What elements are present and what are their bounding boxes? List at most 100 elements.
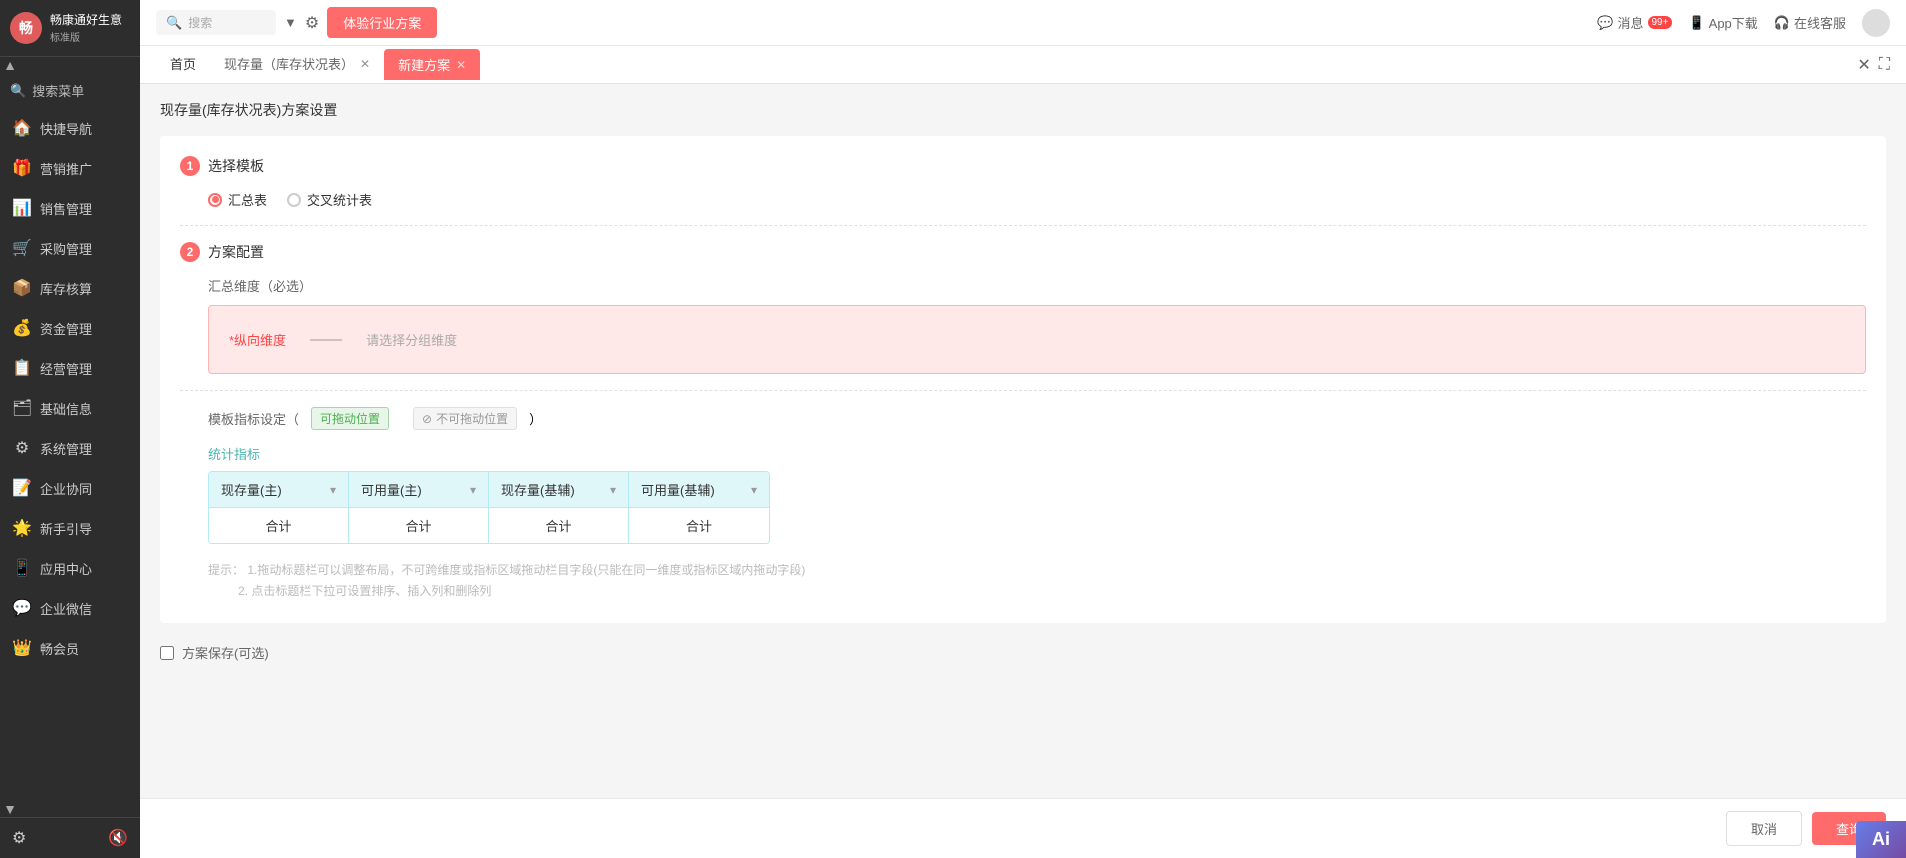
topbar-search-text: 搜索 [188, 14, 212, 31]
sidebar-item-label: 企业微信 [40, 599, 92, 618]
tips-section: 提示： 1.拖动标题栏可以调整布局，不可跨维度或指标区域拖动栏目字段(只能在同一… [208, 561, 1866, 599]
metrics-divider [180, 390, 1866, 391]
dimension-config-label: 汇总维度（必选） [208, 276, 1866, 295]
contract-icon: 📝 [12, 478, 32, 498]
user-avatar[interactable] [1862, 9, 1890, 37]
sidebar-search-label: 搜索菜单 [32, 81, 84, 100]
topbar-messages[interactable]: 💬 消息 99+ [1597, 13, 1672, 32]
sidebar-item-contracts[interactable]: 📝 企业协同 [0, 468, 140, 508]
tab-inventory-label: 现存量（库存状况表） [224, 54, 354, 73]
step1-title: 选择模板 [208, 156, 264, 176]
dimension-placeholder: 请选择分组维度 [366, 330, 457, 349]
tab-expand-icon[interactable]: ⛶ [1879, 56, 1890, 74]
sidebar-item-sales[interactable]: 📊 销售管理 [0, 188, 140, 228]
template-cross-label: 交叉统计表 [307, 190, 372, 209]
step1-badge: 1 [180, 156, 200, 176]
sidebar-scroll-up[interactable]: ▲ [0, 57, 20, 73]
step2-header: 2 方案配置 [180, 242, 1866, 262]
chevron-down-icon[interactable]: ▾ [330, 483, 336, 497]
sidebar-item-label: 销售管理 [40, 199, 92, 218]
stats-col-3-header[interactable]: 可用量(基辅) ▾ [629, 472, 769, 508]
sidebar-item-purchase[interactable]: 🛒 采购管理 [0, 228, 140, 268]
metrics-setting-label: 模板指标设定（ [208, 409, 299, 428]
sidebar-item-guide[interactable]: 🌟 新手引导 [0, 508, 140, 548]
stats-col-1-body: 合计 [349, 508, 488, 543]
dimension-required-text: *纵向维度 [229, 330, 286, 349]
main-area: 🔍 搜索 ▼ ⚙ 体验行业方案 💬 消息 99+ 📱 App下载 🎧 在线客服 [140, 0, 1906, 858]
topbar-search[interactable]: 🔍 搜索 [156, 10, 276, 35]
folder-icon: 🗂 [12, 398, 32, 418]
stats-col-0-header[interactable]: 现存量(主) ▾ [209, 472, 348, 508]
chevron-down-icon[interactable]: ▾ [610, 483, 616, 497]
sidebar-sound-icon[interactable]: 🔇 [108, 828, 128, 848]
dimension-config: 汇总维度（必选） *纵向维度 —— 请选择分组维度 [208, 276, 1866, 374]
tab-inventory-close[interactable]: ✕ [360, 57, 370, 71]
sidebar-item-label: 系统管理 [40, 439, 92, 458]
wechat-icon: 💬 [12, 598, 32, 618]
sidebar-scroll-down[interactable]: ▼ [0, 801, 20, 817]
sidebar-item-label: 应用中心 [40, 559, 92, 578]
sidebar-item-finance[interactable]: 💰 资金管理 [0, 308, 140, 348]
sidebar-item-member[interactable]: 👑 畅会员 [0, 628, 140, 668]
stats-col-2-header[interactable]: 现存量(基辅) ▾ [489, 472, 628, 508]
tab-new-plan-label: 新建方案 [398, 55, 450, 74]
sidebar: 畅 畅康通好生意 标准版 ▲ 🔍 搜索菜单 🏠 快捷导航 🎁 营销推广 📊 销售… [0, 0, 140, 858]
topbar-online-service[interactable]: 🎧 在线客服 [1774, 13, 1846, 32]
tab-close-panel-icon[interactable]: ✕ [1857, 55, 1870, 75]
sidebar-item-label: 资金管理 [40, 319, 92, 338]
sidebar-item-label: 库存核算 [40, 279, 92, 298]
tab-home[interactable]: 首页 [156, 46, 210, 83]
tab-inventory-status[interactable]: 现存量（库存状况表） ✕ [210, 46, 384, 83]
sidebar-item-wechat[interactable]: 💬 企业微信 [0, 588, 140, 628]
gift-icon: 🎁 [12, 158, 32, 178]
sidebar-search[interactable]: 🔍 搜索菜单 [0, 73, 140, 108]
template-cross-option[interactable]: 交叉统计表 [287, 190, 372, 209]
sidebar-item-label: 畅会员 [40, 639, 79, 658]
stats-col-1-header[interactable]: 可用量(主) ▾ [349, 472, 488, 508]
chart-icon: 📊 [12, 198, 32, 218]
chevron-down-icon[interactable]: ▾ [470, 483, 476, 497]
tab-new-plan[interactable]: 新建方案 ✕ [384, 49, 480, 80]
dimension-area[interactable]: *纵向维度 —— 请选择分组维度 [208, 305, 1866, 374]
topbar-search-icon: 🔍 [166, 15, 182, 31]
settings-icon: ⚙ [12, 438, 32, 458]
sidebar-item-quick-nav[interactable]: 🏠 快捷导航 [0, 108, 140, 148]
sidebar-item-label: 基础信息 [40, 399, 92, 418]
service-label: 在线客服 [1794, 13, 1846, 32]
tip-line-0: 提示： 1.拖动标题栏可以调整布局，不可跨维度或指标区域拖动栏目字段(只能在同一… [208, 561, 1866, 578]
app-name: 畅康通好生意 [50, 12, 122, 29]
chevron-down-icon[interactable]: ▾ [751, 483, 757, 497]
sidebar-footer: ⚙ 🔇 [0, 817, 140, 858]
cart-icon: 🛒 [12, 238, 32, 258]
save-checkbox[interactable] [160, 646, 174, 660]
stats-col-3: 可用量(基辅) ▾ 合计 [629, 472, 769, 543]
topbar-app-download[interactable]: 📱 App下载 [1688, 13, 1757, 32]
radio-summary[interactable] [208, 193, 222, 207]
sidebar-item-appcenter[interactable]: 📱 应用中心 [0, 548, 140, 588]
radio-cross[interactable] [287, 193, 301, 207]
tabs-bar: 首页 现存量（库存状况表） ✕ 新建方案 ✕ ✕ ⛶ [140, 46, 1906, 84]
sidebar-settings-icon[interactable]: ⚙ [12, 828, 26, 848]
page-title: 现存量(库存状况表)方案设置 [160, 100, 1886, 120]
stats-section-title: 统计指标 [208, 444, 1866, 463]
industry-btn[interactable]: 体验行业方案 [327, 7, 437, 38]
sidebar-item-operations[interactable]: 📋 经营管理 [0, 348, 140, 388]
tab-home-label: 首页 [170, 54, 196, 73]
sidebar-item-marketing[interactable]: 🎁 营销推广 [0, 148, 140, 188]
sidebar-nav: 🏠 快捷导航 🎁 营销推广 📊 销售管理 🛒 采购管理 📦 库存核算 💰 资金管… [0, 108, 140, 801]
messages-label: 消息 [1617, 13, 1643, 32]
ai-badge[interactable]: Ai [1856, 821, 1906, 858]
stats-col-1: 可用量(主) ▾ 合计 [349, 472, 489, 543]
no-drag-position-badge: ⊘ 不可拖动位置 [413, 407, 517, 430]
topbar: 🔍 搜索 ▼ ⚙ 体验行业方案 💬 消息 99+ 📱 App下载 🎧 在线客服 [140, 0, 1906, 46]
tab-new-plan-close[interactable]: ✕ [456, 58, 466, 72]
template-summary-option[interactable]: 汇总表 [208, 190, 267, 209]
topbar-dropdown-arrow[interactable]: ▼ [284, 15, 297, 30]
cancel-button[interactable]: 取消 [1726, 811, 1802, 846]
sidebar-item-system[interactable]: ⚙ 系统管理 [0, 428, 140, 468]
sidebar-item-inventory[interactable]: 📦 库存核算 [0, 268, 140, 308]
clipboard-icon: 📋 [12, 358, 32, 378]
save-option-label: 方案保存(可选) [182, 643, 269, 662]
sidebar-item-basic[interactable]: 🗂 基础信息 [0, 388, 140, 428]
topbar-gear-icon[interactable]: ⚙ [305, 13, 319, 33]
